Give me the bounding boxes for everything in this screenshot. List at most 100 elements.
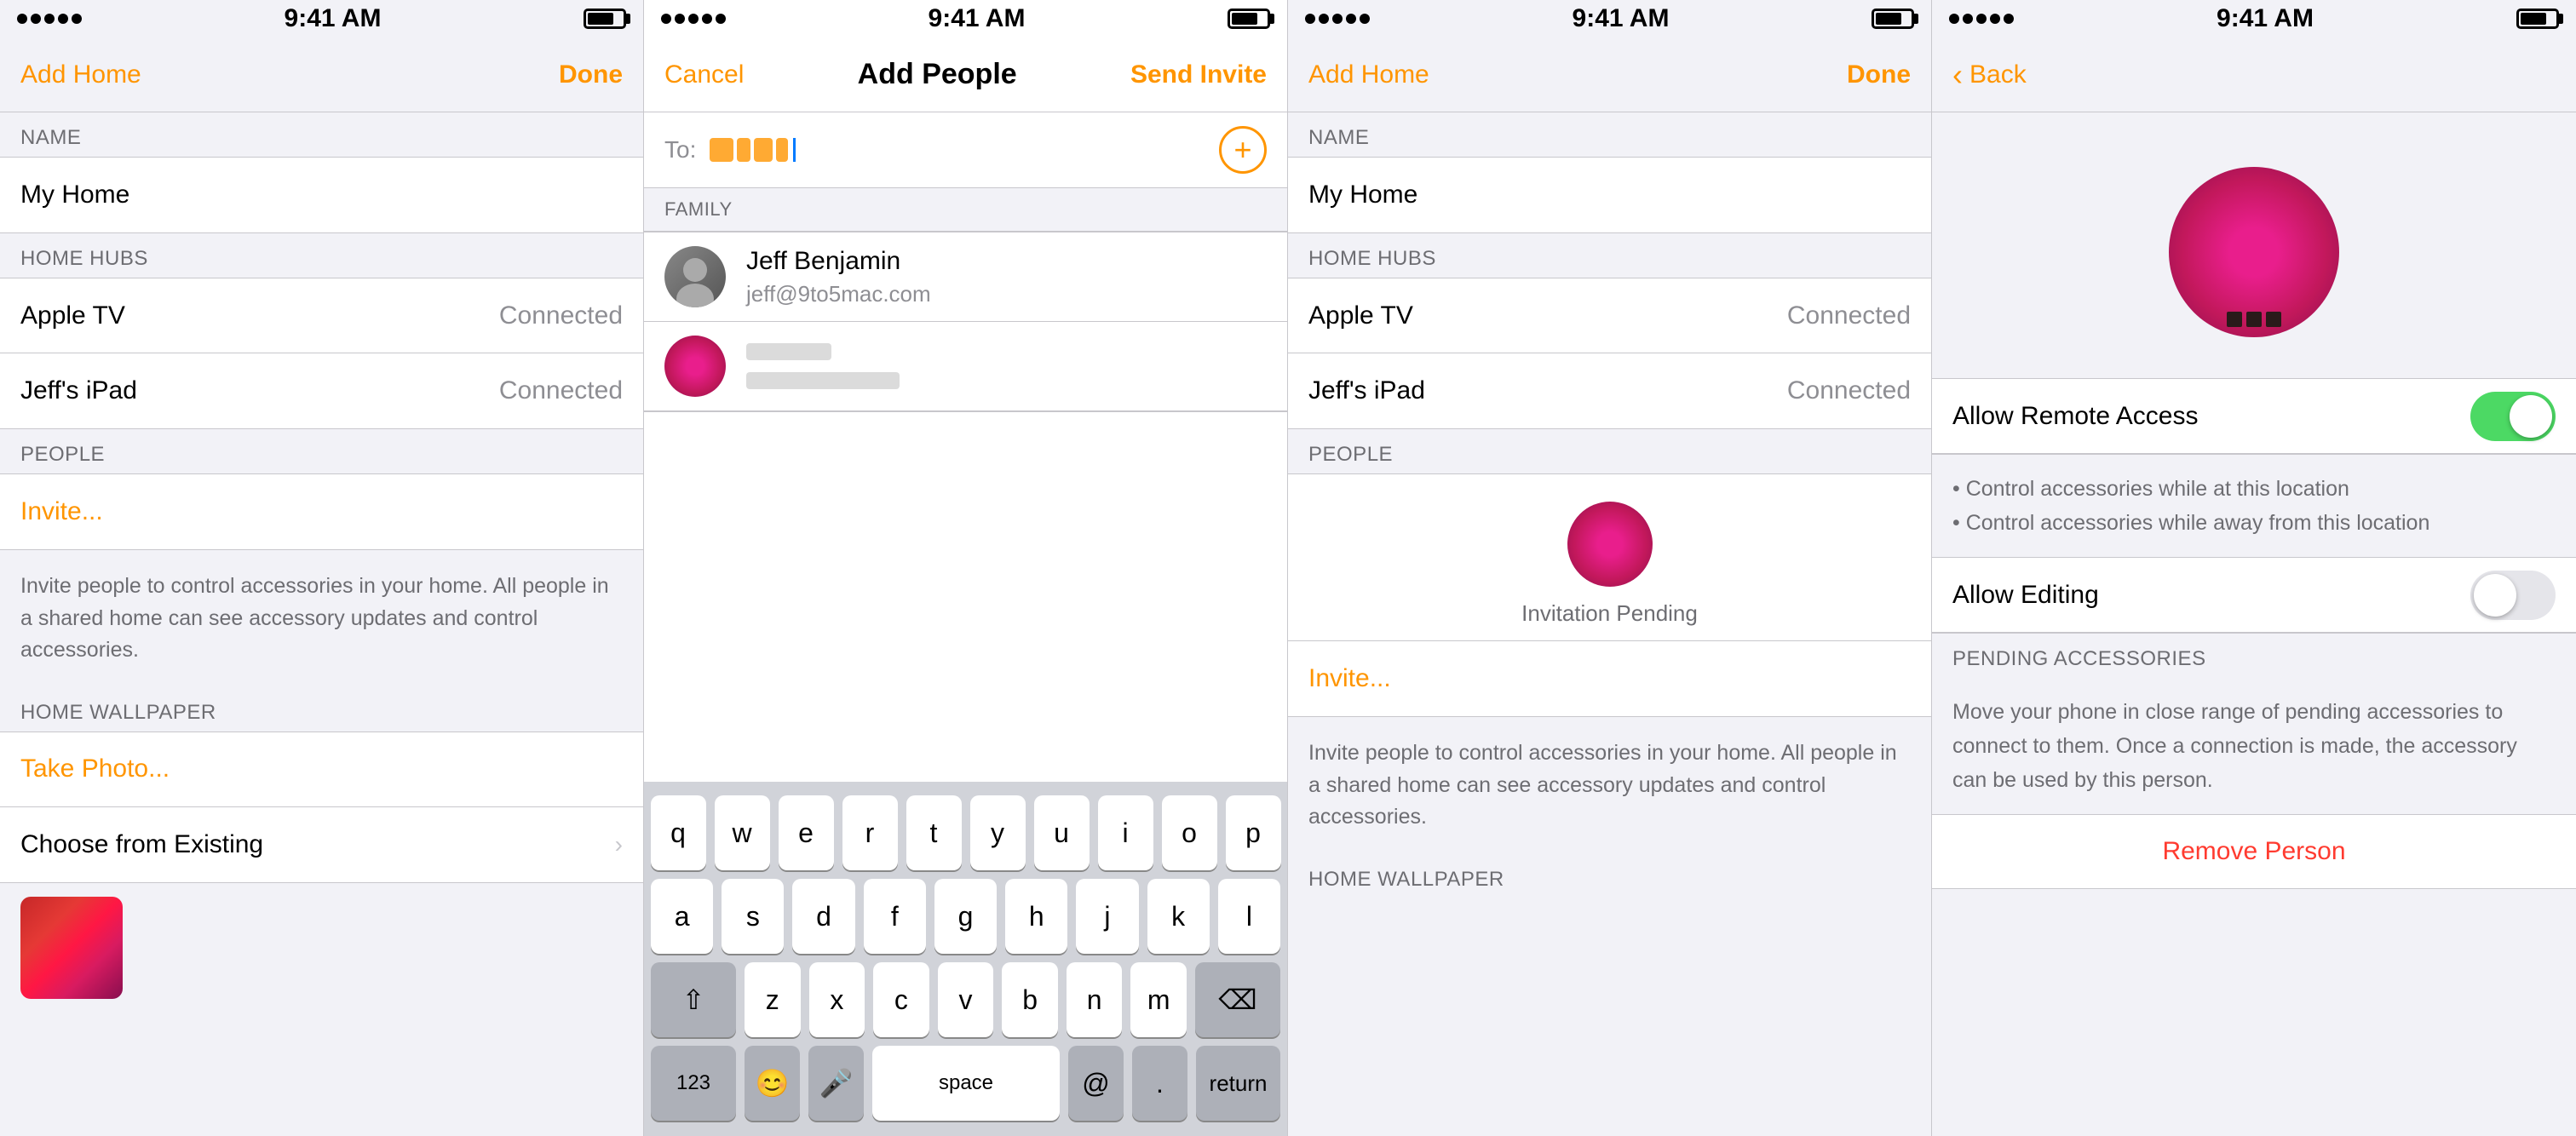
invite-row-1[interactable]: Invite... [0, 474, 643, 549]
key-emoji[interactable]: 😊 [745, 1046, 800, 1121]
cancel-button[interactable]: Cancel [664, 60, 744, 89]
pending-person-row[interactable]: Invitation Pending [1288, 474, 1931, 641]
panel-add-home: 9:41 AM Add Home Done NAME My Home HOME … [0, 0, 644, 1136]
key-v[interactable]: v [938, 962, 994, 1037]
key-s[interactable]: s [722, 879, 784, 954]
status-bar-4: 9:41 AM [1932, 0, 2576, 37]
key-n[interactable]: n [1067, 962, 1123, 1037]
large-avatar-section [1932, 112, 2576, 378]
key-i[interactable]: i [1098, 795, 1153, 870]
remote-desc-2: • Control accessories while away from th… [1952, 506, 2556, 540]
key-b[interactable]: b [1002, 962, 1058, 1037]
remote-access-toggle[interactable] [2470, 392, 2556, 441]
choose-existing-row-1[interactable]: Choose from Existing › [0, 807, 643, 882]
key-l[interactable]: l [1218, 879, 1280, 954]
status-icons-1 [584, 9, 626, 29]
jeffs-ipad-value-3: Connected [1787, 376, 1911, 405]
key-at[interactable]: @ [1068, 1046, 1124, 1121]
remove-person-row[interactable]: Remove Person [1932, 814, 2576, 889]
key-f[interactable]: f [864, 879, 926, 954]
dot-2-3 [688, 14, 699, 24]
take-photo-label-1[interactable]: Take Photo... [20, 754, 170, 783]
to-input[interactable] [710, 138, 1219, 162]
remote-access-group: Allow Remote Access [1932, 378, 2576, 455]
key-a[interactable]: a [651, 879, 713, 954]
key-u[interactable]: u [1034, 795, 1090, 870]
signal-dots-2 [661, 14, 726, 24]
key-z[interactable]: z [745, 962, 801, 1037]
apple-tv-value-1: Connected [499, 301, 623, 330]
avatar-pixel-2 [2246, 312, 2262, 327]
key-r[interactable]: r [842, 795, 898, 870]
pending-person-avatar [1567, 502, 1653, 587]
add-people-title: Add People [858, 58, 1017, 91]
jeffs-ipad-row-3: Jeff's iPad Connected [1288, 353, 1931, 428]
key-k[interactable]: k [1147, 879, 1210, 954]
send-invite-button[interactable]: Send Invite [1130, 60, 1267, 89]
keyboard-row-2: a s d f g h j k l [651, 879, 1280, 954]
key-123[interactable]: 123 [651, 1046, 736, 1121]
done-button-1[interactable]: Done [559, 60, 623, 89]
key-o[interactable]: o [1162, 795, 1217, 870]
blurred-contact-row[interactable] [644, 322, 1287, 411]
home-hubs-header-1: HOME HUBS [0, 233, 643, 278]
done-button-3[interactable]: Done [1847, 60, 1911, 89]
key-j[interactable]: j [1076, 879, 1138, 954]
add-home-button-1[interactable]: Add Home [20, 60, 141, 89]
key-h[interactable]: h [1005, 879, 1067, 954]
key-q[interactable]: q [651, 795, 706, 870]
people-header-1: PEOPLE [0, 429, 643, 473]
keyboard[interactable]: q w e r t y u i o p a s d f g h j k l ⇧ … [644, 782, 1287, 1136]
jeffs-ipad-label-1: Jeff's iPad [20, 376, 137, 405]
cursor [793, 138, 796, 162]
dot-4 [58, 14, 68, 24]
remote-desc-1: • Control accessories while at this loca… [1952, 472, 2556, 506]
key-return[interactable]: return [1196, 1046, 1280, 1121]
invite-label-1[interactable]: Invite... [20, 497, 103, 526]
name-header-1: NAME [0, 112, 643, 157]
back-button[interactable]: ‹ Back [1952, 57, 2027, 93]
key-d[interactable]: d [792, 879, 854, 954]
key-p[interactable]: p [1226, 795, 1281, 870]
key-space[interactable]: space [872, 1046, 1060, 1121]
name-table-3: My Home [1288, 157, 1931, 233]
key-w[interactable]: w [715, 795, 770, 870]
dot-4-1 [1949, 14, 1959, 24]
jeff-benjamin-row[interactable]: Jeff Benjamin jeff@9to5mac.com [644, 232, 1287, 322]
battery-fill-4 [2521, 13, 2546, 25]
add-person-button[interactable]: + [1219, 126, 1267, 174]
to-field[interactable]: To: + [644, 112, 1287, 188]
battery-icon-3 [1872, 9, 1914, 29]
key-delete[interactable]: ⌫ [1195, 962, 1280, 1037]
key-period[interactable]: . [1132, 1046, 1187, 1121]
nav-bar-1: Add Home Done [0, 37, 643, 112]
family-header: FAMILY [644, 188, 1287, 232]
my-home-row-3[interactable]: My Home [1288, 158, 1931, 232]
wallpaper-table-1: Take Photo... Choose from Existing › [0, 732, 643, 883]
key-m[interactable]: m [1130, 962, 1187, 1037]
dot-3-4 [1346, 14, 1356, 24]
key-g[interactable]: g [934, 879, 997, 954]
key-e[interactable]: e [779, 795, 834, 870]
editing-toggle[interactable] [2470, 571, 2556, 620]
take-photo-row-1[interactable]: Take Photo... [0, 732, 643, 807]
remove-person-label[interactable]: Remove Person [2162, 837, 2345, 866]
invite-row-3[interactable]: Invite... [1288, 641, 1931, 716]
status-icons-4 [2516, 9, 2559, 29]
my-home-row-1[interactable]: My Home [0, 158, 643, 232]
key-x[interactable]: x [809, 962, 865, 1037]
panel-home-with-person: 9:41 AM Add Home Done NAME My Home HOME … [1288, 0, 1932, 1136]
invite-label-3[interactable]: Invite... [1308, 664, 1391, 693]
home-hubs-table-1: Apple TV Connected Jeff's iPad Connected [0, 278, 643, 429]
key-shift[interactable]: ⇧ [651, 962, 736, 1037]
toggle-knob-editing [2474, 574, 2516, 617]
key-c[interactable]: c [873, 962, 929, 1037]
add-home-button-3[interactable]: Add Home [1308, 60, 1429, 89]
time-1: 9:41 AM [285, 4, 382, 33]
dot-3-2 [1319, 14, 1329, 24]
key-y[interactable]: y [970, 795, 1026, 870]
key-mic[interactable]: 🎤 [808, 1046, 864, 1121]
dot-2-2 [675, 14, 685, 24]
key-t[interactable]: t [906, 795, 962, 870]
panel-person-detail: 9:41 AM ‹ Back Allow Remote Access [1932, 0, 2576, 1136]
